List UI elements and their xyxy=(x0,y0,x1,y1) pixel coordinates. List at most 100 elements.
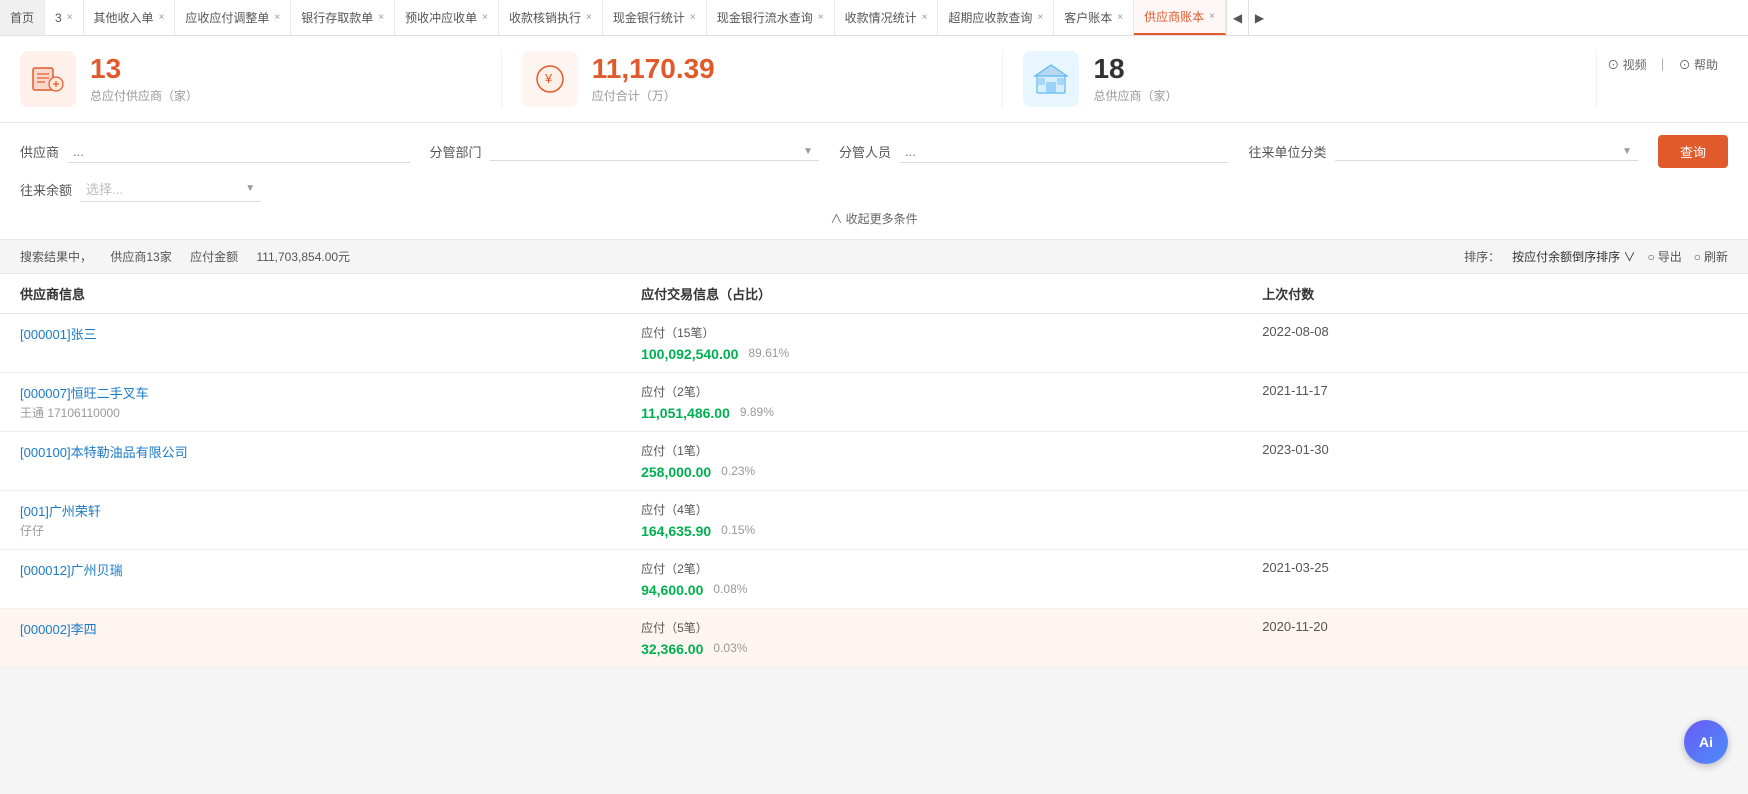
ai-assistant-button[interactable]: Ai xyxy=(1684,720,1728,764)
trans-label: 应付（1笔） xyxy=(641,442,1262,459)
transaction-info: 应付（4笔） 164,635.90 0.15% xyxy=(641,501,1262,539)
nav-tab-ar-ap-adjust-label: 应收应付调整单 xyxy=(185,9,269,26)
summary-item-total-suppliers: 18 总供应商（家） xyxy=(1003,51,1597,107)
chevron-down-icon: ▼ xyxy=(803,146,813,157)
supplier-link-000001[interactable]: [000001]张三 xyxy=(20,327,97,342)
nav-tab-receipt-verify[interactable]: 收款核销执行 × xyxy=(499,0,603,35)
close-icon[interactable]: × xyxy=(378,12,384,23)
nav-tab-receipt-stat-label: 收款情况统计 xyxy=(845,9,917,26)
table-row[interactable]: [000007]恒旺二手叉车 王通 17106110000 应付（2笔） 11,… xyxy=(0,373,1748,432)
col-header-transaction: 应付交易信息（占比） xyxy=(641,284,1262,303)
close-icon[interactable]: × xyxy=(922,12,928,23)
supplier-info: [000007]恒旺二手叉车 王通 17106110000 xyxy=(20,383,641,421)
close-icon[interactable]: × xyxy=(1037,12,1043,23)
summary-bar: 13 总应付供应商（家） ¥ 11,170.39 应付合计（万） xyxy=(0,36,1748,123)
trans-percent: 0.15% xyxy=(721,523,755,537)
result-bar: 搜索结果中， 供应商13家 应付金额 111,703,854.00元 排序： 按… xyxy=(0,240,1748,274)
trans-label: 应付（5笔） xyxy=(641,619,1262,636)
filter-row-2: 往来余额 选择... ▼ xyxy=(20,176,1728,202)
filter-item-supplier: 供应商 xyxy=(20,141,410,163)
nav-tab-customer-ledger[interactable]: 客户账本 × xyxy=(1054,0,1134,35)
svg-text:¥: ¥ xyxy=(544,71,553,86)
nav-tab-cash-bank-stat[interactable]: 现金银行统计 × xyxy=(603,0,707,35)
close-icon[interactable]: × xyxy=(159,12,165,23)
trans-detail: 应付（15笔） 100,092,540.00 89.61% xyxy=(641,324,1262,362)
close-icon[interactable]: × xyxy=(1209,11,1215,22)
trans-label: 应付（4笔） xyxy=(641,501,1262,518)
close-icon[interactable]: × xyxy=(586,12,592,23)
last-payment: 2020-11-20 xyxy=(1262,619,1728,657)
summary-item-ap-amount: ¥ 11,170.39 应付合计（万） xyxy=(502,51,1004,107)
chevron-down-icon: ▼ xyxy=(245,183,255,194)
transaction-info: 应付（5笔） 32,366.00 0.03% xyxy=(641,619,1262,657)
filter-item-balance: 往来余额 选择... ▼ xyxy=(20,176,261,202)
trans-percent: 0.23% xyxy=(721,464,755,478)
trans-amount: 100,092,540.00 xyxy=(641,346,738,362)
summary-text-ap-amount: 11,170.39 应付合计（万） xyxy=(592,55,715,104)
transaction-info: 应付（2笔） 11,051,486.00 9.89% xyxy=(641,383,1262,421)
table-row[interactable]: [001]广州荣轩 仔仔 应付（4笔） 164,635.90 0.15% xyxy=(0,491,1748,550)
supplier-info: [000001]张三 xyxy=(20,324,641,362)
help-link[interactable]: ⊙ 帮助 xyxy=(1679,56,1718,73)
query-button[interactable]: 查询 xyxy=(1658,135,1728,168)
refresh-label: 刷新 xyxy=(1704,248,1728,265)
nav-tab-3[interactable]: 3 × xyxy=(45,0,84,35)
ai-label: Ai xyxy=(1699,734,1713,750)
nav-tab-customer-ledger-label: 客户账本 xyxy=(1064,9,1112,26)
last-pay-date: 2022-08-08 xyxy=(1262,324,1728,339)
video-link[interactable]: ⊙ 视频 xyxy=(1607,56,1646,73)
supplier-link-000012[interactable]: [000012]广州贝瑞 xyxy=(20,563,123,578)
balance-filter-select[interactable]: 选择... ▼ xyxy=(80,176,261,202)
nav-tab-supplier-ledger[interactable]: 供应商账本 × xyxy=(1134,0,1226,35)
summary-text-ap-suppliers: 13 总应付供应商（家） xyxy=(90,55,198,104)
nav-prev-arrow[interactable]: ◀ xyxy=(1226,0,1248,35)
ap-amount-number: 11,170.39 xyxy=(592,55,715,83)
nav-tab-home[interactable]: 首页 xyxy=(0,0,45,35)
supplier-info: [001]广州荣轩 仔仔 xyxy=(20,501,641,539)
result-info: 搜索结果中， 供应商13家 应付金额 111,703,854.00元 xyxy=(20,248,365,265)
table-row[interactable]: [000001]张三 应付（15笔） 100,092,540.00 89.61%… xyxy=(0,314,1748,373)
nav-tab-advance-ar[interactable]: 预收冲应收单 × xyxy=(395,0,499,35)
last-payment: 2022-08-08 xyxy=(1262,324,1728,362)
close-icon[interactable]: × xyxy=(67,12,73,23)
table-row[interactable]: [000002]李四 应付（5笔） 32,366.00 0.03% 2020-1… xyxy=(0,609,1748,668)
ap-amount-label: 应付合计（万） xyxy=(592,87,715,104)
nav-tab-other-income[interactable]: 其他收入单 × xyxy=(84,0,176,35)
top-navigation: 首页 3 × 其他收入单 × 应收应付调整单 × 银行存取款单 × 预收冲应收单… xyxy=(0,0,1748,36)
last-pay-date: 2020-11-20 xyxy=(1262,619,1728,634)
collapse-button[interactable]: ∧ 收起更多条件 xyxy=(20,210,1728,227)
sort-select[interactable]: 按应付余额倒序排序 ∨ xyxy=(1512,248,1635,265)
supplier-link-000002[interactable]: [000002]李四 xyxy=(20,622,97,637)
category-filter-select[interactable]: ▼ xyxy=(1335,143,1638,161)
nav-next-arrow[interactable]: ▶ xyxy=(1248,0,1270,35)
nav-tab-bank-deposit[interactable]: 银行存取款单 × xyxy=(291,0,395,35)
table-row[interactable]: [000012]广州贝瑞 应付（2笔） 94,600.00 0.08% 2021… xyxy=(0,550,1748,609)
nav-tab-overdue-ar-label: 超期应收款查询 xyxy=(948,9,1032,26)
close-icon[interactable]: × xyxy=(1117,12,1123,23)
person-filter-input[interactable] xyxy=(899,141,1228,163)
close-icon[interactable]: × xyxy=(274,12,280,23)
ap-suppliers-label: 总应付供应商（家） xyxy=(90,87,198,104)
trans-label: 应付（15笔） xyxy=(641,324,1262,341)
transaction-info: 应付（15笔） 100,092,540.00 89.61% xyxy=(641,324,1262,362)
nav-tab-receipt-stat[interactable]: 收款情况统计 × xyxy=(835,0,939,35)
close-icon[interactable]: × xyxy=(818,12,824,23)
supplier-link-001[interactable]: [001]广州荣轩 xyxy=(20,504,101,519)
close-icon[interactable]: × xyxy=(690,12,696,23)
nav-tab-cash-bank-flow[interactable]: 现金银行流水查询 × xyxy=(707,0,835,35)
supplier-icon xyxy=(20,51,76,107)
supplier-filter-input[interactable] xyxy=(67,141,409,163)
nav-tab-overdue-ar[interactable]: 超期应收款查询 × xyxy=(938,0,1054,35)
supplier-link-000007[interactable]: [000007]恒旺二手叉车 xyxy=(20,386,149,401)
supplier-sub: 仔仔 xyxy=(20,522,641,539)
trans-detail: 应付（5笔） 32,366.00 0.03% xyxy=(641,619,1262,657)
dept-filter-select[interactable]: ▼ xyxy=(490,143,819,161)
supplier-link-000100[interactable]: [000100]本特勒油品有限公司 xyxy=(20,445,188,460)
trans-detail: 应付（1笔） 258,000.00 0.23% xyxy=(641,442,1262,480)
export-button[interactable]: ○ 导出 xyxy=(1647,248,1681,265)
nav-tab-ar-ap-adjust[interactable]: 应收应付调整单 × xyxy=(175,0,291,35)
table-row[interactable]: [000100]本特勒油品有限公司 应付（1笔） 258,000.00 0.23… xyxy=(0,432,1748,491)
transaction-info: 应付（1笔） 258,000.00 0.23% xyxy=(641,442,1262,480)
close-icon[interactable]: × xyxy=(482,12,488,23)
refresh-button[interactable]: ○ 刷新 xyxy=(1694,248,1728,265)
